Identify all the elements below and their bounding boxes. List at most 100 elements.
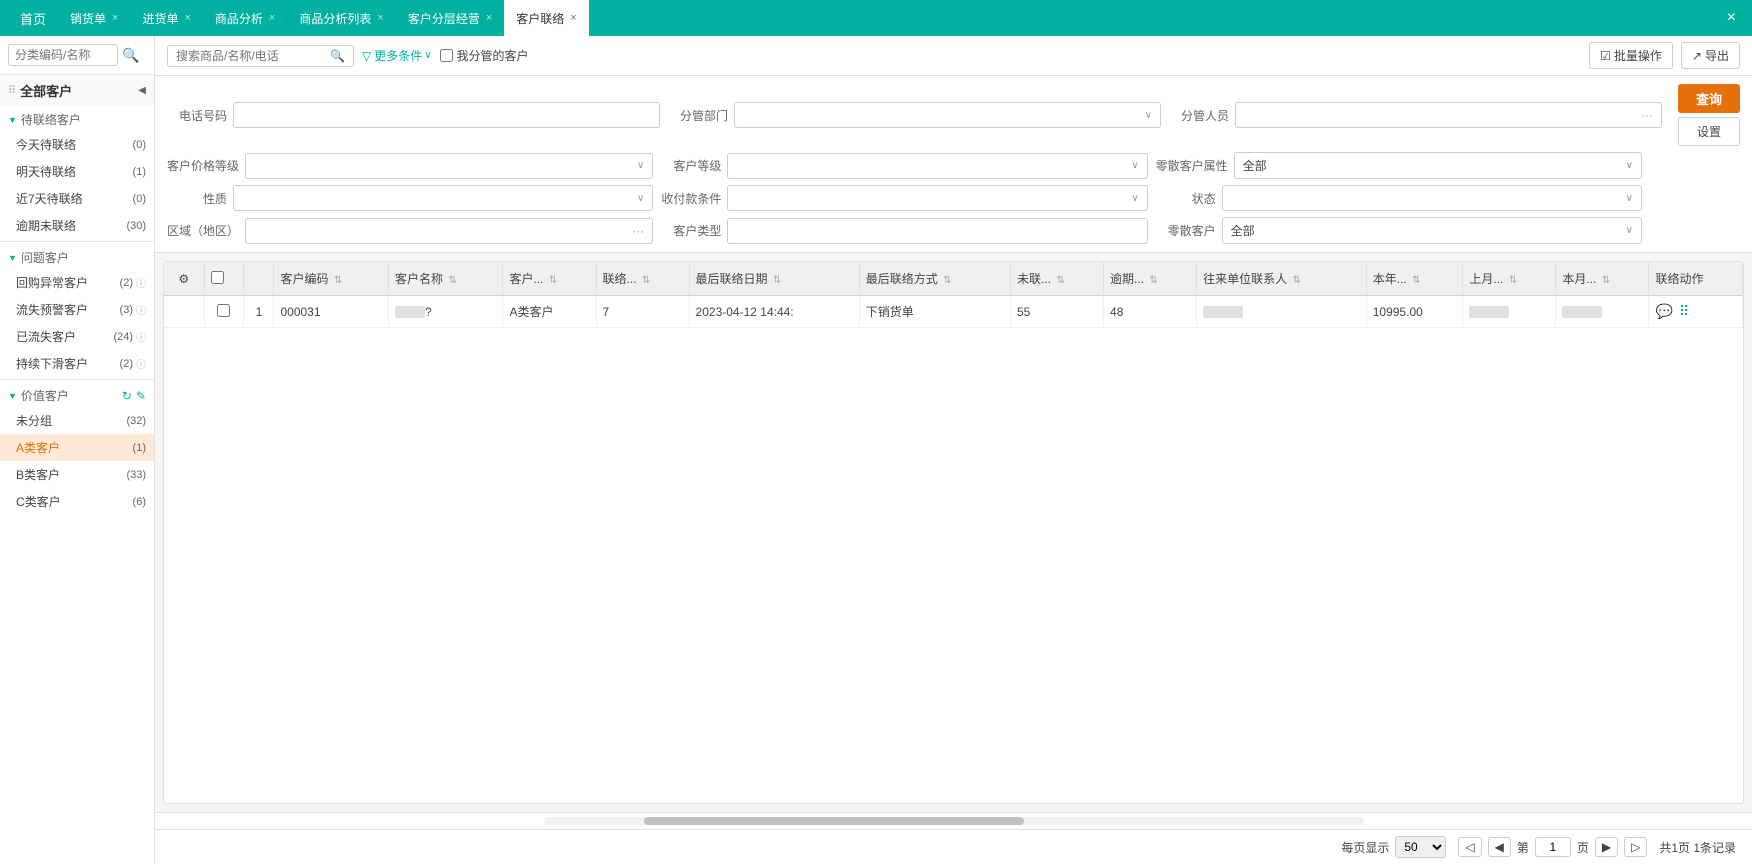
filter-status-select[interactable]: ∨	[1222, 185, 1642, 211]
edit-icon[interactable]: ✎	[136, 389, 146, 403]
info-icon-3: ⓘ	[136, 329, 146, 344]
sidebar-item-c-class[interactable]: C类客户 (6)	[0, 488, 154, 515]
toolbar-filter-btn[interactable]: ▽ 更多条件 ∨	[362, 47, 432, 64]
qr-icon[interactable]: ⠿	[1679, 303, 1689, 320]
my-customers-checkbox-label[interactable]: 我分管的客户	[440, 47, 529, 64]
sidebar-collapse-icon[interactable]: ◀	[138, 85, 146, 96]
filter-phone-input[interactable]	[233, 102, 660, 128]
filter-scatter-attr-select[interactable]: 全部 ∨	[1234, 152, 1642, 179]
my-customers-checkbox[interactable]	[440, 49, 453, 62]
table-container: ⚙ 客户编码 ⇅ 客户名称 ⇅ 客户... ⇅ 联络... ⇅ 最后联络日期 ⇅…	[163, 261, 1744, 804]
toolbar: 🔍 ▽ 更多条件 ∨ 我分管的客户 ☑ 批量操作 ↗ 导出	[155, 36, 1752, 76]
sidebar-search-icon[interactable]: 🔍	[122, 47, 139, 64]
nav-tab-sales[interactable]: 销货单 ×	[58, 0, 130, 36]
sort-year-icon: ⇅	[1412, 275, 1420, 286]
filter-nature-select[interactable]: ∨	[233, 185, 653, 211]
filter-customer-grade-select[interactable]: ∨	[727, 153, 1147, 179]
toolbar-search-input[interactable]	[176, 49, 326, 63]
nav-tab-purchase[interactable]: 进货单 ×	[130, 0, 202, 36]
sidebar-item-a-class[interactable]: A类客户 (1)	[0, 434, 154, 461]
sidebar-search-input[interactable]	[8, 44, 118, 66]
sidebar-item-declining[interactable]: 持续下滑客户 (2) ⓘ	[0, 350, 154, 377]
filter-manager-select[interactable]: ···	[1235, 102, 1662, 128]
th-this-year[interactable]: 本年... ⇅	[1366, 262, 1463, 296]
th-customer-type[interactable]: 客户... ⇅	[503, 262, 596, 296]
info-icon-1: ⓘ	[136, 275, 146, 290]
td-last-contact-method[interactable]: 下销货单	[859, 296, 1010, 328]
sidebar-item-today-pending[interactable]: 今天待联络 (0)	[0, 131, 154, 158]
filter-payment-select[interactable]: ∨	[727, 185, 1147, 211]
th-customer-name[interactable]: 客户名称 ⇅	[388, 262, 502, 296]
prev-page-button[interactable]: ◀	[1488, 837, 1511, 857]
sidebar-group-value[interactable]: ▼ 价值客户 ↻ ✎	[0, 382, 154, 407]
batch-op-button[interactable]: ☑ 批量操作	[1589, 42, 1673, 69]
refresh-icon[interactable]: ↻	[122, 389, 132, 403]
page-number-input[interactable]	[1535, 837, 1571, 857]
sort-no-contact-icon: ⇅	[1056, 275, 1064, 286]
filter-price-grade-select[interactable]: ∨	[245, 153, 653, 179]
last-contact-method-link[interactable]: 下销货单	[866, 305, 914, 319]
th-last-contact-date[interactable]: 最后联络日期 ⇅	[689, 262, 859, 296]
chat-icon[interactable]: 💬	[1655, 303, 1672, 320]
filter-region-select[interactable]: ···	[245, 218, 653, 244]
filter-dept-select[interactable]: ∨	[734, 102, 1161, 128]
close-tab-purchase-icon[interactable]: ×	[184, 12, 190, 24]
horizontal-scrollbar[interactable]	[155, 812, 1752, 829]
last-page-button[interactable]: ▷	[1624, 837, 1647, 857]
sidebar-item-7days-pending[interactable]: 近7天待联络 (0)	[0, 185, 154, 212]
filter-scatter-select[interactable]: 全部 ∨	[1222, 217, 1642, 244]
th-last-contact-method[interactable]: 最后联络方式 ⇅	[859, 262, 1010, 296]
sort-method-icon: ⇅	[943, 275, 951, 286]
filter-dept: 分管部门 ∨	[668, 102, 1161, 128]
th-no-contact[interactable]: 未联... ⇅	[1011, 262, 1104, 296]
sidebar-group-problem[interactable]: ▼ 问题客户	[0, 244, 154, 269]
close-tab-customer-contact-icon[interactable]: ×	[570, 12, 576, 24]
price-grade-arrow-icon: ∨	[637, 160, 644, 171]
sidebar-item-churn-warning[interactable]: 流失预警客户 (3) ⓘ	[0, 296, 154, 323]
sidebar-item-b-class[interactable]: B类客户 (33)	[0, 461, 154, 488]
export-button[interactable]: ↗ 导出	[1681, 42, 1740, 69]
filter-arrow-icon: ∨	[424, 50, 431, 61]
settings-button[interactable]: 设置	[1678, 117, 1740, 146]
sidebar-item-overdue-contact[interactable]: 逾期未联络 (30)	[0, 212, 154, 239]
scrollbar-thumb[interactable]	[644, 817, 1024, 825]
export-icon: ↗	[1692, 49, 1702, 63]
nav-tab-customer-segment[interactable]: 客户分层经营 ×	[396, 0, 504, 36]
query-button[interactable]: 查询	[1678, 84, 1740, 113]
unit-contact-placeholder	[1203, 306, 1243, 318]
window-close-button[interactable]: ×	[1719, 9, 1744, 27]
first-page-button[interactable]: ◁	[1458, 837, 1481, 857]
sidebar-item-churned[interactable]: 已流失客户 (24) ⓘ	[0, 323, 154, 350]
th-this-month[interactable]: 本月... ⇅	[1556, 262, 1649, 296]
toolbar-search-icon[interactable]: 🔍	[330, 49, 345, 63]
nav-tab-customer-contact[interactable]: 客户联络 ×	[504, 0, 588, 36]
scrollbar-track[interactable]	[544, 817, 1364, 825]
main-layout: 🔍 ⠿ 全部客户 ◀ ▼ 待联络客户 今天待联络 (0) 明天待联络 (1)	[0, 36, 1752, 864]
th-customer-code[interactable]: 客户编码 ⇅	[274, 262, 388, 296]
th-unit-contact[interactable]: 往来单位联系人 ⇅	[1197, 262, 1367, 296]
sidebar-item-tomorrow-pending[interactable]: 明天待联络 (1)	[0, 158, 154, 185]
th-last-month[interactable]: 上月... ⇅	[1463, 262, 1556, 296]
sidebar-item-repurchase-abnormal[interactable]: 回购异常客户 (2) ⓘ	[0, 269, 154, 296]
footer-pagination: ◁ ◀ 第 页 ▶ ▷	[1458, 837, 1647, 857]
row-checkbox[interactable]	[217, 304, 230, 317]
nav-home[interactable]: 首页	[8, 0, 58, 36]
next-page-button[interactable]: ▶	[1595, 837, 1618, 857]
close-tab-customer-segment-icon[interactable]: ×	[486, 12, 492, 24]
th-overdue[interactable]: 逾期... ⇅	[1104, 262, 1197, 296]
sidebar-group-pending[interactable]: ▼ 待联络客户	[0, 106, 154, 131]
sidebar-all-customers-header[interactable]: ⠿ 全部客户 ◀	[0, 75, 154, 106]
select-all-checkbox[interactable]	[211, 271, 224, 284]
nav-tab-analysis[interactable]: 商品分析 ×	[203, 0, 287, 36]
filter-customer-type-select[interactable]	[727, 218, 1147, 244]
close-tab-sales-icon[interactable]: ×	[112, 12, 118, 24]
th-gear[interactable]: ⚙	[164, 262, 204, 296]
close-tab-analysis-list-icon[interactable]: ×	[377, 12, 383, 24]
sidebar-item-ungrouped[interactable]: 未分组 (32)	[0, 407, 154, 434]
page-size-select[interactable]: 20 50 100 200	[1395, 836, 1446, 858]
close-tab-analysis-icon[interactable]: ×	[269, 12, 275, 24]
th-contact[interactable]: 联络... ⇅	[596, 262, 689, 296]
nav-tab-analysis-list[interactable]: 商品分析列表 ×	[287, 0, 395, 36]
filter-row-4: 区域（地区） ··· 客户类型 零散客户 全部 ∨	[167, 217, 1740, 244]
filter-row-1: 电话号码 分管部门 ∨ 分管人员 ···	[167, 84, 1740, 146]
